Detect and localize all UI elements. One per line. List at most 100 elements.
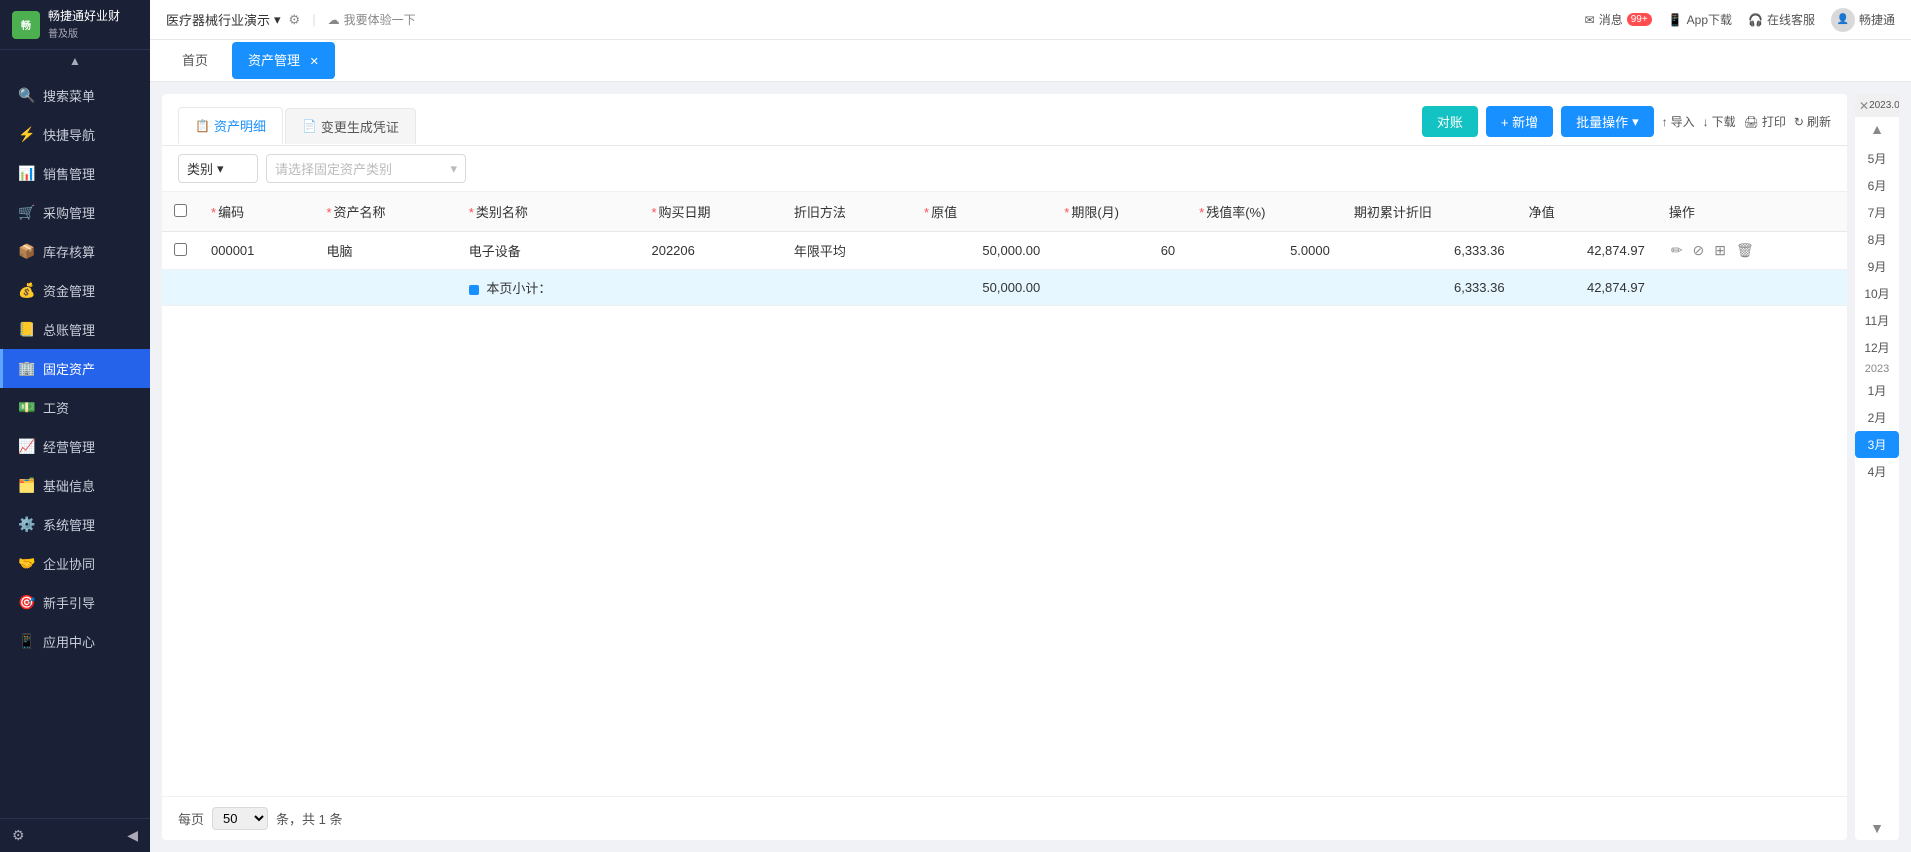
sidebar-item-label: 基础信息	[43, 476, 95, 495]
cell-accumulated-dep: 6,333.36	[1342, 232, 1517, 270]
sidebar-item-资金管理[interactable]: 💰 资金管理	[0, 271, 150, 310]
cell-net-value: 42,874.97	[1517, 232, 1657, 270]
online-service-btn[interactable]: 🎧 在线客服	[1748, 11, 1815, 28]
messages-btn[interactable]: ✉ 消息 99+	[1585, 11, 1652, 28]
sidebar-item-企业协同[interactable]: 🤝 企业协同	[0, 544, 150, 583]
sidebar-item-固定资产[interactable]: 🏢 固定资产	[0, 349, 150, 388]
message-icon: ✉	[1585, 13, 1595, 27]
sidebar-item-基础信息[interactable]: 🗂️ 基础信息	[0, 466, 150, 505]
subtab-asset-detail[interactable]: 📋 资产明细	[178, 107, 283, 144]
sidebar-item-快捷导航[interactable]: ⚡ 快捷导航	[0, 115, 150, 154]
subtab-icon-detail: 📋	[195, 119, 210, 133]
download-button[interactable]: ↓ 下载	[1703, 113, 1736, 130]
col-code: *编码	[199, 192, 314, 232]
panel-close-icon[interactable]: ✕	[1859, 99, 1869, 113]
calendar-month-prev-7月[interactable]: 7月	[1855, 199, 1899, 226]
sidebar-nav: 🔍 搜索菜单 ⚡ 快捷导航 📊 销售管理 🛒 采购管理 📦 库存核算 💰 资金管…	[0, 72, 150, 818]
category-type-select[interactable]: 类别 ▾	[178, 154, 258, 183]
calendar-month-prev-9月[interactable]: 9月	[1855, 253, 1899, 280]
company-selector[interactable]: 医疗器械行业演示 ▾	[166, 10, 281, 29]
sidebar-item-经营管理[interactable]: 📈 经营管理	[0, 427, 150, 466]
sidebar-item-系统管理[interactable]: ⚙️ 系统管理	[0, 505, 150, 544]
sidebar-item-总账管理[interactable]: 📒 总账管理	[0, 310, 150, 349]
cell-period: 60	[1052, 232, 1187, 270]
category-input[interactable]: 请选择固定资产类别 ▾	[266, 154, 466, 183]
table-row: 000001 电脑 电子设备 202206 年限平均 50,000.00 60 …	[162, 232, 1847, 270]
sidebar-icon: 📦	[19, 244, 35, 260]
cell-name: 电脑	[314, 232, 456, 270]
subtab-change-voucher[interactable]: 📄 变更生成凭证	[285, 108, 416, 144]
col-residual-rate: *残值率(%)	[1187, 192, 1342, 232]
select-all-checkbox[interactable]	[174, 204, 187, 217]
download-icon: ↓	[1703, 115, 1709, 129]
sidebar-item-销售管理[interactable]: 📊 销售管理	[0, 154, 150, 193]
export-icon: ↑	[1662, 115, 1668, 129]
disable-button[interactable]: ⊘	[1691, 240, 1707, 261]
calendar-month-2月[interactable]: 2月	[1855, 404, 1899, 431]
experience-btn[interactable]: ☁ 我要体验一下	[328, 11, 416, 28]
batch-button[interactable]: 批量操作 ▾	[1561, 106, 1654, 137]
calendar-up-nav[interactable]: ▲	[1870, 117, 1884, 141]
new-button[interactable]: + 新增	[1486, 106, 1553, 137]
calendar-month-prev-12月[interactable]: 12月	[1855, 334, 1899, 361]
sidebar-item-应用中心[interactable]: 📱 应用中心	[0, 622, 150, 661]
print-button[interactable]: 🖨 打印	[1744, 113, 1786, 130]
sidebar-icon: 🛒	[19, 205, 35, 221]
app-download-btn[interactable]: 📱 App下载	[1668, 11, 1732, 28]
batch-dropdown-icon: ▾	[1632, 114, 1639, 130]
calendar-down-nav[interactable]: ▼	[1870, 816, 1884, 840]
refresh-button[interactable]: ↻ 刷新	[1794, 113, 1831, 130]
calendar-month-prev-8月[interactable]: 8月	[1855, 226, 1899, 253]
calendar-months: 5月6月7月8月9月10月11月12月20231月2月3月4月	[1855, 141, 1899, 816]
duizhang-button[interactable]: 对账	[1422, 106, 1478, 137]
calendar-month-1月[interactable]: 1月	[1855, 377, 1899, 404]
page-size-select[interactable]: 50 100	[212, 807, 268, 830]
right-panel: ✕ 2023.03 ⤢ ▲ 5月6月7月8月9月10月11月12月20231月2…	[1855, 94, 1899, 840]
cell-purchase-date: 202206	[639, 232, 781, 270]
delete-button[interactable]: 🗑	[1734, 240, 1756, 261]
tab-close-icon[interactable]: ✕	[310, 56, 319, 68]
edit-button[interactable]: ✏	[1669, 240, 1685, 261]
calendar-month-3月[interactable]: 3月	[1855, 431, 1899, 458]
sidebar-item-库存核算[interactable]: 📦 库存核算	[0, 232, 150, 271]
topbar: 医疗器械行业演示 ▾ ⚙ | ☁ 我要体验一下 ✉ 消息 99+ 📱 App下载…	[150, 0, 1911, 40]
tab-asset-management[interactable]: 资产管理 ✕	[232, 42, 335, 79]
sidebar-icon: 🏢	[19, 361, 35, 377]
user-menu[interactable]: 👤 畅捷通	[1831, 8, 1895, 32]
app-name: 畅捷通好业财	[48, 9, 120, 25]
settings-icon[interactable]: ⚙	[289, 12, 301, 28]
sidebar-item-label: 工资	[43, 398, 69, 417]
sidebar-icon: 🔍	[19, 88, 35, 104]
sidebar-item-工资[interactable]: 💵 工资	[0, 388, 150, 427]
sidebar-item-label: 总账管理	[43, 320, 95, 339]
calendar-month-prev-11月[interactable]: 11月	[1855, 307, 1899, 334]
sidebar-item-采购管理[interactable]: 🛒 采购管理	[0, 193, 150, 232]
copy-button[interactable]: ⊞	[1712, 240, 1728, 261]
col-name: *资产名称	[314, 192, 456, 232]
refresh-icon: ↻	[1794, 115, 1804, 129]
avatar: 👤	[1831, 8, 1855, 32]
export-button[interactable]: ↑ 导入	[1662, 113, 1695, 130]
sidebar-item-搜索菜单[interactable]: 🔍 搜索菜单	[0, 76, 150, 115]
settings-icon[interactable]: ⚙	[12, 827, 25, 844]
company-name: 医疗器械行业演示	[166, 10, 270, 29]
calendar-month-prev-10月[interactable]: 10月	[1855, 280, 1899, 307]
cell-depreciation-method: 年限平均	[782, 232, 912, 270]
calendar-month-prev-5月[interactable]: 5月	[1855, 145, 1899, 172]
row-checkbox-cell	[162, 232, 199, 270]
page-content: 📋 资产明细 📄 变更生成凭证 对账 + 新增	[162, 94, 1847, 840]
topbar-right: ✉ 消息 99+ 📱 App下载 🎧 在线客服 👤 畅捷通	[1585, 8, 1895, 32]
sidebar-item-label: 搜索菜单	[43, 86, 95, 105]
sidebar-item-label: 销售管理	[43, 164, 95, 183]
sidebar-scroll-up[interactable]: ▲	[0, 50, 150, 72]
cloud-icon: ☁	[328, 13, 340, 27]
col-original-value: *原值	[912, 192, 1052, 232]
calendar-month-4月[interactable]: 4月	[1855, 458, 1899, 485]
cell-residual-rate: 5.0000	[1187, 232, 1342, 270]
sidebar-icon: 💰	[19, 283, 35, 299]
sidebar-item-新手引导[interactable]: 🎯 新手引导	[0, 583, 150, 622]
calendar-month-prev-6月[interactable]: 6月	[1855, 172, 1899, 199]
tab-home[interactable]: 首页	[166, 42, 224, 79]
row-checkbox[interactable]	[174, 243, 187, 256]
collapse-icon[interactable]: ◀	[127, 827, 138, 844]
